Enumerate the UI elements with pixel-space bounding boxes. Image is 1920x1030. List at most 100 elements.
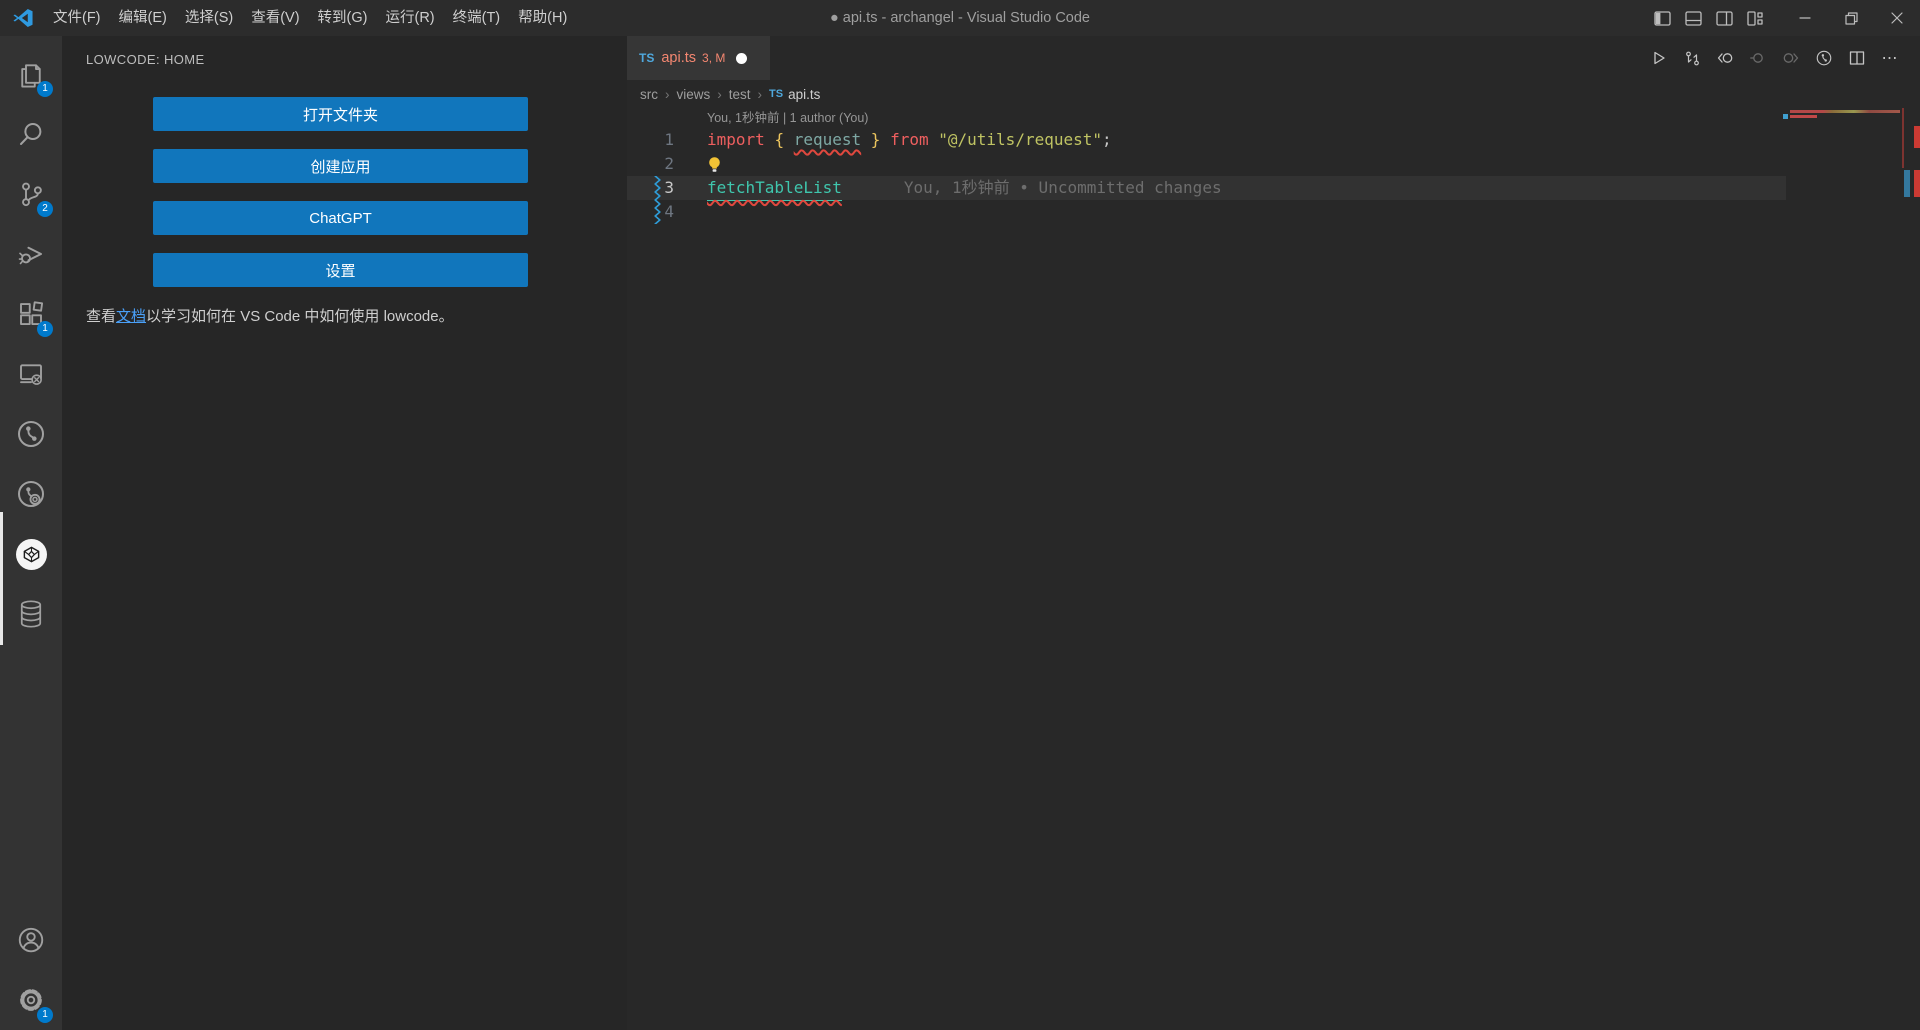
line-number-2[interactable]: 2 xyxy=(627,152,707,176)
extensions-badge: 1 xyxy=(37,321,53,337)
close-button[interactable] xyxy=(1874,0,1920,36)
minimap-modified-dot xyxy=(1783,114,1788,119)
layout-sidebar-left-icon[interactable] xyxy=(1654,10,1671,26)
settings-button[interactable]: 设置 xyxy=(153,253,528,287)
menu-edit[interactable]: 编辑(E) xyxy=(110,0,176,36)
menu-selection[interactable]: 选择(S) xyxy=(176,0,242,36)
activity-settings[interactable]: 1 xyxy=(0,970,62,1030)
line-number-4[interactable]: 4 xyxy=(627,200,707,224)
gitlens-inspect-icon xyxy=(18,481,44,507)
breadcrumbs: src › views › test › TS api.ts xyxy=(627,80,1920,108)
source-control-badge: 2 xyxy=(37,201,53,217)
layout-sidebar-right-icon[interactable] xyxy=(1716,10,1733,26)
activity-gitlens-inspect[interactable] xyxy=(0,464,62,524)
sidebar-title: LOWCODE: HOME xyxy=(86,52,205,67)
compare-changes-button[interactable] xyxy=(1682,48,1702,68)
modified-lines-gutter-indicator xyxy=(654,176,661,224)
run-icon xyxy=(1654,51,1665,65)
minimap-line-1-mark xyxy=(1790,110,1900,113)
database-icon xyxy=(20,600,42,628)
previous-change-button[interactable] xyxy=(1715,48,1735,68)
activity-accounts[interactable] xyxy=(0,910,62,970)
breadcrumb-views[interactable]: views xyxy=(677,87,711,102)
more-actions-button[interactable]: ⋯ xyxy=(1880,48,1900,68)
minimap-line-3-mark xyxy=(1790,115,1817,118)
ruler-modified-mark-line3 xyxy=(1904,170,1910,197)
file-history-button[interactable] xyxy=(1814,48,1834,68)
minimap[interactable] xyxy=(1783,108,1904,1030)
activity-bar: 1 2 1 1 xyxy=(0,36,62,1030)
chevron-right-icon: › xyxy=(717,86,722,102)
code-line-3[interactable]: 3 fetchTableList You, 1秒钟前 • Uncommitted… xyxy=(627,176,1786,201)
menu-help[interactable]: 帮助(H) xyxy=(509,0,576,36)
activity-database[interactable] xyxy=(0,584,62,644)
run-file-button[interactable] xyxy=(1649,48,1669,68)
layout-customize-icon[interactable] xyxy=(1747,10,1764,26)
overview-ruler[interactable] xyxy=(1903,108,1920,1030)
sidebar-lowcode-home: LOWCODE: HOME 打开文件夹 创建应用 ChatGPT 设置 查看文档… xyxy=(62,36,627,1030)
doc-link[interactable]: 文档 xyxy=(116,308,146,325)
create-app-button[interactable]: 创建应用 xyxy=(153,149,528,183)
menu-terminal[interactable]: 终端(T) xyxy=(444,0,510,36)
activity-run-debug[interactable] xyxy=(0,224,62,284)
debug-icon xyxy=(18,246,42,265)
tab-problems-badge: 3, M xyxy=(702,51,726,65)
layout-panel-icon[interactable] xyxy=(1685,10,1702,26)
codelens-authors[interactable]: You, 1秒钟前 | 1 author (You) xyxy=(627,108,1786,128)
compare-changes-icon xyxy=(1685,51,1699,65)
chatgpt-button[interactable]: ChatGPT xyxy=(153,201,528,235)
tab-api-ts[interactable]: TS api.ts 3, M xyxy=(627,36,770,80)
editor-group: TS api.ts 3, M ⋯ src › views › test › TS ap… xyxy=(627,36,1920,1030)
vscode-logo-icon xyxy=(13,9,33,27)
previous-change-icon xyxy=(1717,53,1733,63)
code-line-2[interactable]: 2 xyxy=(627,152,1786,176)
open-folder-button[interactable]: 打开文件夹 xyxy=(153,97,528,131)
minimize-button[interactable] xyxy=(1782,0,1828,36)
activity-gitlens[interactable] xyxy=(0,404,62,464)
next-change-disabled[interactable] xyxy=(1781,48,1801,68)
activity-explorer[interactable]: 1 xyxy=(0,44,62,104)
menu-view[interactable]: 查看(V) xyxy=(242,0,308,36)
activity-search[interactable] xyxy=(0,104,62,164)
doc-hint-suffix: 以学习如何在 VS Code 中如何使用 lowcode。 xyxy=(146,308,454,325)
account-icon xyxy=(18,927,44,953)
settings-badge: 1 xyxy=(37,1007,53,1023)
restore-button[interactable] xyxy=(1828,0,1874,36)
ruler-error-mark-line3 xyxy=(1914,170,1920,197)
activity-lowcode[interactable] xyxy=(0,524,62,584)
lowcode-cube-icon xyxy=(15,538,47,570)
search-icon xyxy=(20,123,42,145)
breadcrumb-test[interactable]: test xyxy=(729,87,751,102)
code-area[interactable]: You, 1秒钟前 | 1 author (You) 1 import { re… xyxy=(627,108,1786,1030)
typescript-file-icon: TS xyxy=(769,88,784,100)
activity-remote-explorer[interactable] xyxy=(0,344,62,404)
file-history-icon xyxy=(1816,50,1832,66)
dirty-indicator[interactable] xyxy=(736,52,748,64)
remote-explorer-icon xyxy=(20,364,42,385)
change-disabled-icon xyxy=(1750,53,1763,63)
menu-go[interactable]: 转到(G) xyxy=(309,0,377,36)
explorer-badge: 1 xyxy=(37,81,53,97)
chevron-right-icon: › xyxy=(665,86,670,102)
split-editor-button[interactable] xyxy=(1847,48,1867,68)
titlebar: 文件(F) 编辑(E) 选择(S) 查看(V) 转到(G) 运行(R) 终端(T… xyxy=(0,0,1920,36)
breadcrumb-file[interactable]: api.ts xyxy=(788,87,820,102)
activity-source-control[interactable]: 2 xyxy=(0,164,62,224)
breadcrumb-src[interactable]: src xyxy=(640,87,658,102)
change-nav-disabled[interactable] xyxy=(1748,48,1768,68)
line-number-3[interactable]: 3 xyxy=(627,176,707,200)
gitlens-icon xyxy=(18,421,44,447)
active-view-indicator xyxy=(0,512,3,645)
close-icon xyxy=(1891,12,1903,24)
activity-extensions[interactable]: 1 xyxy=(0,284,62,344)
typescript-file-icon: TS xyxy=(639,51,655,65)
line-number-1[interactable]: 1 xyxy=(627,128,707,152)
minimize-icon xyxy=(1799,17,1811,19)
menu-run[interactable]: 运行(R) xyxy=(376,0,443,36)
quickfix-lightbulb-icon[interactable] xyxy=(707,156,722,174)
code-line-4[interactable]: 4 xyxy=(627,200,1786,224)
inline-blame: You, 1秒钟前 • Uncommitted changes xyxy=(903,178,1222,197)
code-line-1[interactable]: 1 import { request } from "@/utils/reque… xyxy=(627,128,1786,152)
chevron-right-icon: › xyxy=(757,86,763,102)
menu-file[interactable]: 文件(F) xyxy=(44,0,110,36)
